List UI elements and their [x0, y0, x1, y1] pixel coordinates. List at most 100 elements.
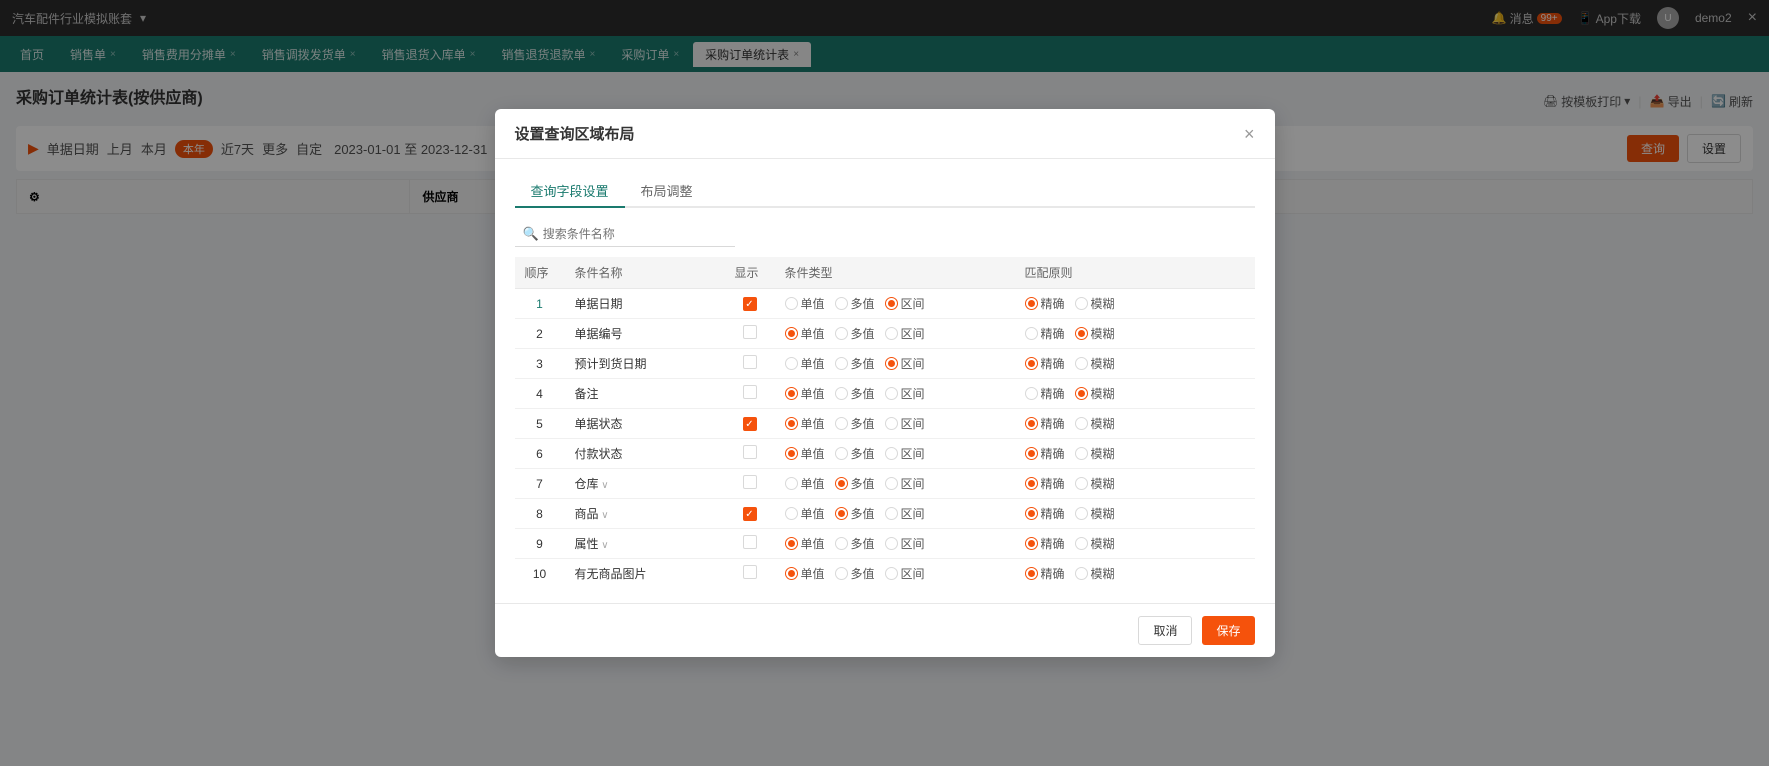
type-radio-区间[interactable]: 区间 — [885, 535, 925, 552]
type-radio-多值[interactable]: 多值 — [835, 565, 875, 582]
match-radio-精确[interactable]: 精确 — [1025, 415, 1065, 432]
cancel-button[interactable]: 取消 — [1138, 616, 1192, 645]
radio-dot — [885, 477, 898, 490]
match-radio-模糊[interactable]: 模糊 — [1075, 535, 1115, 552]
type-radio-多值[interactable]: 多值 — [835, 355, 875, 372]
type-cell: 单值 多值区间 — [775, 439, 1015, 469]
type-radio-多值[interactable]: 多值 — [835, 385, 875, 402]
type-radio-单值[interactable]: 单值 — [785, 415, 825, 432]
display-cell — [725, 379, 775, 409]
dialog-tab-bar: 查询字段设置 布局调整 — [515, 175, 1255, 208]
type-radio-单值[interactable]: 单值 — [785, 355, 825, 372]
match-radio-模糊[interactable]: 模糊 — [1075, 325, 1115, 342]
display-checkbox[interactable] — [743, 325, 757, 339]
type-radio-单值[interactable]: 单值 — [785, 325, 825, 342]
expand-icon[interactable]: ∨ — [599, 510, 609, 521]
type-radio-区间[interactable]: 区间 — [885, 295, 925, 312]
match-radio-模糊[interactable]: 模糊 — [1075, 385, 1115, 402]
type-radio-区间[interactable]: 区间 — [885, 415, 925, 432]
dialog-tab-fields[interactable]: 查询字段设置 — [515, 175, 625, 208]
expand-icon[interactable]: ∨ — [599, 540, 609, 551]
match-radio-精确[interactable]: 精确 — [1025, 355, 1065, 372]
match-radio-精确[interactable]: 精确 — [1025, 445, 1065, 462]
dialog-close-button[interactable]: × — [1244, 125, 1255, 143]
type-radio-区间[interactable]: 区间 — [885, 445, 925, 462]
match-radio-精确[interactable]: 精确 — [1025, 385, 1065, 402]
expand-icon[interactable]: ∨ — [599, 480, 609, 491]
type-radio-多值[interactable]: 多值 — [835, 475, 875, 492]
type-radio-区间[interactable]: 区间 — [885, 325, 925, 342]
radio-dot — [1025, 477, 1038, 490]
type-radio-区间[interactable]: 区间 — [885, 355, 925, 372]
match-radio-模糊[interactable]: 模糊 — [1075, 565, 1115, 582]
radio-label: 模糊 — [1091, 295, 1115, 312]
type-radio-单值[interactable]: 单值 — [785, 535, 825, 552]
type-radio-单值[interactable]: 单值 — [785, 445, 825, 462]
match-radio-精确[interactable]: 精确 — [1025, 535, 1065, 552]
save-button[interactable]: 保存 — [1202, 616, 1254, 645]
match-radio-模糊[interactable]: 模糊 — [1075, 415, 1115, 432]
display-checkbox[interactable] — [743, 417, 757, 431]
seq-cell: 7 — [515, 469, 565, 499]
radio-dot — [785, 447, 798, 460]
table-row: 4备注单值多值区间精确模糊 — [515, 379, 1255, 409]
type-radio-多值[interactable]: 多值 — [835, 295, 875, 312]
match-radio-模糊[interactable]: 模糊 — [1075, 295, 1115, 312]
radio-label: 单值 — [801, 475, 825, 492]
match-radio-模糊[interactable]: 模糊 — [1075, 355, 1115, 372]
type-radio-多值[interactable]: 多值 — [835, 505, 875, 522]
radio-label: 多值 — [851, 475, 875, 492]
seq-cell: 2 — [515, 319, 565, 349]
type-radio-单值[interactable]: 单值 — [785, 385, 825, 402]
display-checkbox[interactable] — [743, 297, 757, 311]
type-radio-多值[interactable]: 多值 — [835, 445, 875, 462]
type-radio-区间[interactable]: 区间 — [885, 475, 925, 492]
type-cell: 单值多值区间 — [775, 289, 1015, 319]
match-radio-模糊[interactable]: 模糊 — [1075, 475, 1115, 492]
radio-dot — [785, 417, 798, 430]
type-cell: 单值 多值区间 — [775, 469, 1015, 499]
display-checkbox[interactable] — [743, 507, 757, 521]
display-checkbox[interactable] — [743, 445, 757, 459]
type-radio-区间[interactable]: 区间 — [885, 565, 925, 582]
radio-label: 区间 — [901, 385, 925, 402]
match-radio-模糊[interactable]: 模糊 — [1075, 505, 1115, 522]
type-radio-多值[interactable]: 多值 — [835, 325, 875, 342]
type-radio-单值[interactable]: 单值 — [785, 475, 825, 492]
col-header-order: 顺序 — [515, 257, 565, 289]
display-checkbox[interactable] — [743, 355, 757, 369]
dialog-tab-layout-label: 布局调整 — [641, 184, 693, 199]
table-row: 3预计到货日期单值多值区间精确模糊 — [515, 349, 1255, 379]
display-checkbox[interactable] — [743, 385, 757, 399]
display-checkbox[interactable] — [743, 475, 757, 489]
condition-search-input[interactable] — [543, 227, 723, 241]
type-radio-区间[interactable]: 区间 — [885, 385, 925, 402]
radio-label: 单值 — [801, 325, 825, 342]
match-radio-精确[interactable]: 精确 — [1025, 505, 1065, 522]
display-checkbox[interactable] — [743, 565, 757, 579]
match-radio-精确[interactable]: 精确 — [1025, 475, 1065, 492]
radio-label: 单值 — [801, 505, 825, 522]
radio-label: 单值 — [801, 385, 825, 402]
dialog-tab-layout[interactable]: 布局调整 — [625, 175, 709, 208]
display-checkbox[interactable] — [743, 535, 757, 549]
type-radio-单值[interactable]: 单值 — [785, 295, 825, 312]
match-radio-精确[interactable]: 精确 — [1025, 295, 1065, 312]
match-radio-精确[interactable]: 精确 — [1025, 325, 1065, 342]
radio-label: 多值 — [851, 535, 875, 552]
type-radio-多值[interactable]: 多值 — [835, 535, 875, 552]
type-radio-多值[interactable]: 多值 — [835, 415, 875, 432]
match-radio-模糊[interactable]: 模糊 — [1075, 445, 1115, 462]
radio-label: 单值 — [801, 535, 825, 552]
type-radio-区间[interactable]: 区间 — [885, 505, 925, 522]
radio-label: 多值 — [851, 445, 875, 462]
display-cell — [725, 349, 775, 379]
type-radio-单值[interactable]: 单值 — [785, 565, 825, 582]
radio-label: 精确 — [1041, 415, 1065, 432]
radio-label: 单值 — [801, 415, 825, 432]
match-radio-精确[interactable]: 精确 — [1025, 565, 1065, 582]
dialog-tab-fields-label: 查询字段设置 — [531, 184, 609, 199]
radio-dot — [835, 327, 848, 340]
radio-label: 模糊 — [1091, 535, 1115, 552]
type-radio-单值[interactable]: 单值 — [785, 505, 825, 522]
